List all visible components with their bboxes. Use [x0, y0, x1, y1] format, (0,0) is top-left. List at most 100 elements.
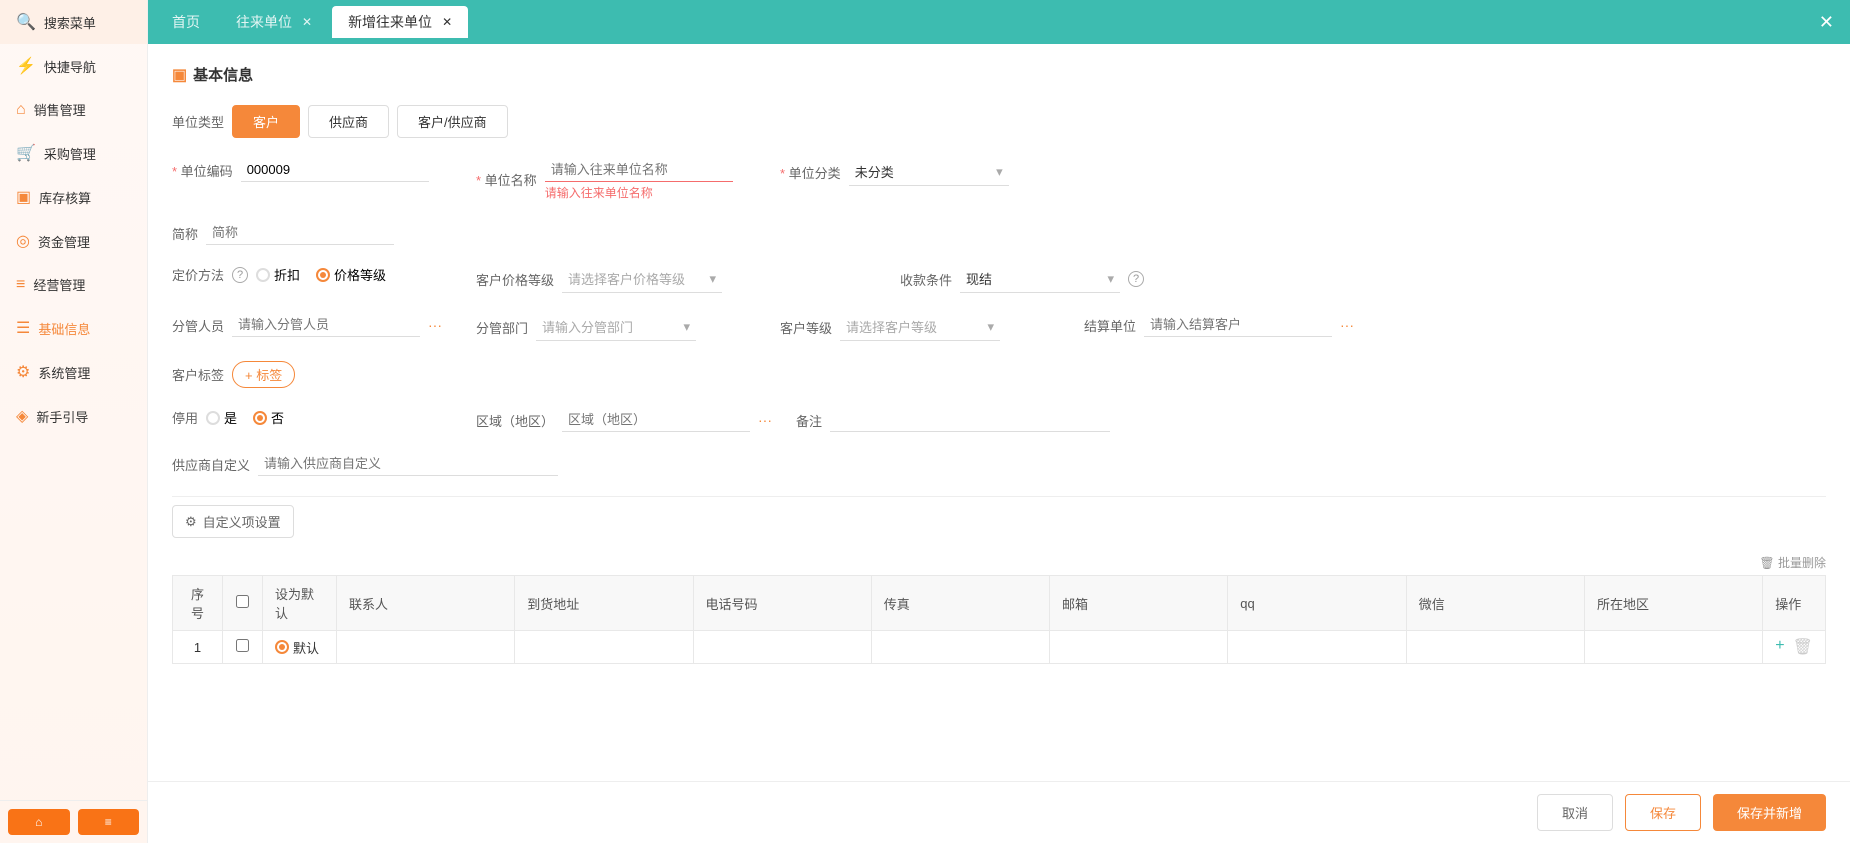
contact-input[interactable] — [349, 640, 502, 655]
save-button[interactable]: 保存 — [1625, 794, 1701, 831]
sidebar-item-inventory[interactable]: ▣ 库存核算 — [0, 175, 147, 219]
supplier-custom-input[interactable] — [258, 452, 558, 476]
batch-delete-button[interactable]: 🗑 批量删除 — [1759, 554, 1826, 571]
customer-level-label: 客户等级 — [780, 318, 832, 337]
fax-input[interactable] — [884, 640, 1037, 655]
row-address[interactable] — [515, 631, 693, 664]
settlement-unit-field: 结算单位 ··· — [1084, 313, 1364, 337]
pricing-help-icon[interactable]: ? — [232, 267, 248, 283]
customer-level-select[interactable]: 请选择客户等级 ▾ — [840, 313, 1000, 341]
add-tag-button[interactable]: + 标签 — [232, 361, 295, 388]
settlement-more-btn[interactable]: ··· — [1340, 317, 1354, 333]
form-content: ▣ 基本信息 单位类型 客户 供应商 客户/供应商 单位编码 单位名称 — [148, 44, 1850, 781]
tab-bar: 首页 往来单位 ✕ 新增往来单位 ✕ ✕ — [148, 0, 1850, 44]
disabled-field: 停用 是 否 — [172, 408, 452, 427]
unit-code-input[interactable] — [241, 158, 429, 182]
box-icon: ▣ — [16, 187, 31, 207]
row-qq[interactable] — [1228, 631, 1406, 664]
row-contact[interactable] — [336, 631, 514, 664]
type-btn-both[interactable]: 客户/供应商 — [397, 105, 508, 138]
region-more-btn[interactable]: ··· — [758, 412, 772, 428]
sidebar-bottom-left[interactable]: ⌂ — [8, 809, 70, 835]
sidebar-item-basic-info[interactable]: ☰ 基础信息 — [0, 306, 147, 350]
phone-input[interactable] — [706, 640, 859, 655]
row-phone[interactable] — [693, 631, 871, 664]
short-name-input[interactable] — [206, 221, 394, 245]
region-input[interactable] — [562, 408, 750, 432]
row-checkbox[interactable] — [236, 639, 249, 652]
payment-help-icon[interactable]: ? — [1128, 271, 1144, 287]
tab-partner-close[interactable]: ✕ — [302, 15, 312, 29]
email-input[interactable] — [1062, 640, 1215, 655]
manager-more-btn[interactable]: ··· — [428, 317, 442, 333]
disabled-label: 停用 — [172, 408, 198, 427]
remarks-input[interactable] — [830, 408, 1110, 432]
sidebar-item-finance[interactable]: ◎ 资金管理 — [0, 219, 147, 263]
delete-row-button[interactable]: 🗑 — [1793, 637, 1813, 657]
manager-input[interactable] — [232, 313, 420, 337]
sidebar-item-quick-nav[interactable]: ⚡ 快捷导航 — [0, 44, 147, 88]
th-num: 序号 — [173, 576, 223, 631]
tab-partner[interactable]: 往来单位 ✕ — [220, 6, 328, 38]
payment-terms-label: 收款条件 — [900, 270, 952, 289]
row-fax[interactable] — [871, 631, 1049, 664]
radio-disabled-no[interactable]: 否 — [253, 408, 284, 427]
th-wechat: 微信 — [1406, 576, 1584, 631]
dept-select[interactable]: 请输入分管部门 ▾ — [536, 313, 696, 341]
sidebar-bottom-right[interactable]: ≡ — [78, 809, 140, 835]
contact-table: 序号 设为默认 联系人 到货地址 电话号码 传真 邮箱 qq 微信 所在地区 操… — [172, 575, 1826, 664]
location-input[interactable] — [1597, 640, 1750, 655]
table-actions: 🗑 批量删除 — [172, 554, 1826, 571]
cancel-button[interactable]: 取消 — [1537, 794, 1613, 831]
payment-terms-select[interactable]: 现结 ▾ — [960, 265, 1120, 293]
table-row: 1 默认 — [173, 631, 1826, 664]
tab-new-partner-close[interactable]: ✕ — [442, 15, 452, 29]
row-wechat[interactable] — [1406, 631, 1584, 664]
tab-new-partner[interactable]: 新增往来单位 ✕ — [332, 6, 468, 38]
address-input[interactable] — [527, 640, 680, 655]
unit-category-select[interactable]: 未分类 ▾ — [849, 158, 1009, 186]
unit-type-field: 单位类型 客户 供应商 客户/供应商 — [172, 105, 508, 138]
manager-label: 分管人员 — [172, 316, 224, 335]
custom-settings-button[interactable]: ⚙ 自定义项设置 — [172, 505, 294, 538]
type-buttons: 客户 供应商 客户/供应商 — [232, 105, 508, 138]
sidebar-item-sales[interactable]: ⌂ 销售管理 — [0, 88, 147, 131]
disabled-radio-group: 是 否 — [206, 408, 284, 427]
sidebar-item-new-guide[interactable]: ◈ 新手引导 — [0, 394, 147, 438]
customer-price-level-select[interactable]: 请选择客户价格等级 ▾ — [562, 265, 722, 293]
supplier-custom-label: 供应商自定义 — [172, 455, 250, 474]
supplier-custom-row: 供应商自定义 — [172, 452, 1826, 476]
sidebar-item-system[interactable]: ⚙ 系统管理 — [0, 350, 147, 394]
close-all-tabs[interactable]: ✕ — [1811, 8, 1842, 37]
unit-category-field: 单位分类 未分类 ▾ — [780, 158, 1060, 186]
customer-price-level-label: 客户价格等级 — [476, 270, 554, 289]
unit-name-input[interactable] — [545, 158, 733, 182]
wechat-input[interactable] — [1419, 640, 1572, 655]
tab-home[interactable]: 首页 — [156, 6, 216, 38]
money-icon: ◎ — [16, 231, 30, 251]
section-basic-info: ▣ 基本信息 — [172, 64, 1826, 85]
sidebar-item-search[interactable]: 🔍 搜索菜单 — [0, 0, 147, 44]
row-email[interactable] — [1050, 631, 1228, 664]
radio-disabled-yes[interactable]: 是 — [206, 408, 237, 427]
gear-small-icon: ⚙ — [185, 514, 197, 530]
select-all-checkbox[interactable] — [236, 595, 249, 608]
radio-price-level[interactable]: 价格等级 — [316, 265, 386, 284]
sidebar-item-purchase[interactable]: 🛒 采购管理 — [0, 131, 147, 175]
th-checkbox — [223, 576, 263, 631]
settlement-unit-input[interactable] — [1144, 313, 1332, 337]
type-btn-customer[interactable]: 客户 — [232, 105, 300, 138]
row-location[interactable] — [1585, 631, 1763, 664]
add-row-button[interactable]: + — [1775, 637, 1784, 657]
chevron-down-icon2: ▾ — [709, 271, 716, 287]
radio-discount[interactable]: 折扣 — [256, 265, 300, 284]
short-name-field: 简称 — [172, 221, 452, 245]
sidebar-item-operation[interactable]: ≡ 经营管理 — [0, 263, 147, 306]
search-icon: 🔍 — [16, 12, 36, 32]
th-default: 设为默认 — [263, 576, 337, 631]
save-new-button[interactable]: 保存并新增 — [1713, 794, 1826, 831]
table-header-row: 序号 设为默认 联系人 到货地址 电话号码 传真 邮箱 qq 微信 所在地区 操… — [173, 576, 1826, 631]
type-btn-supplier[interactable]: 供应商 — [308, 105, 389, 138]
qq-input[interactable] — [1240, 640, 1393, 655]
row-default-radio[interactable]: 默认 — [275, 638, 324, 657]
